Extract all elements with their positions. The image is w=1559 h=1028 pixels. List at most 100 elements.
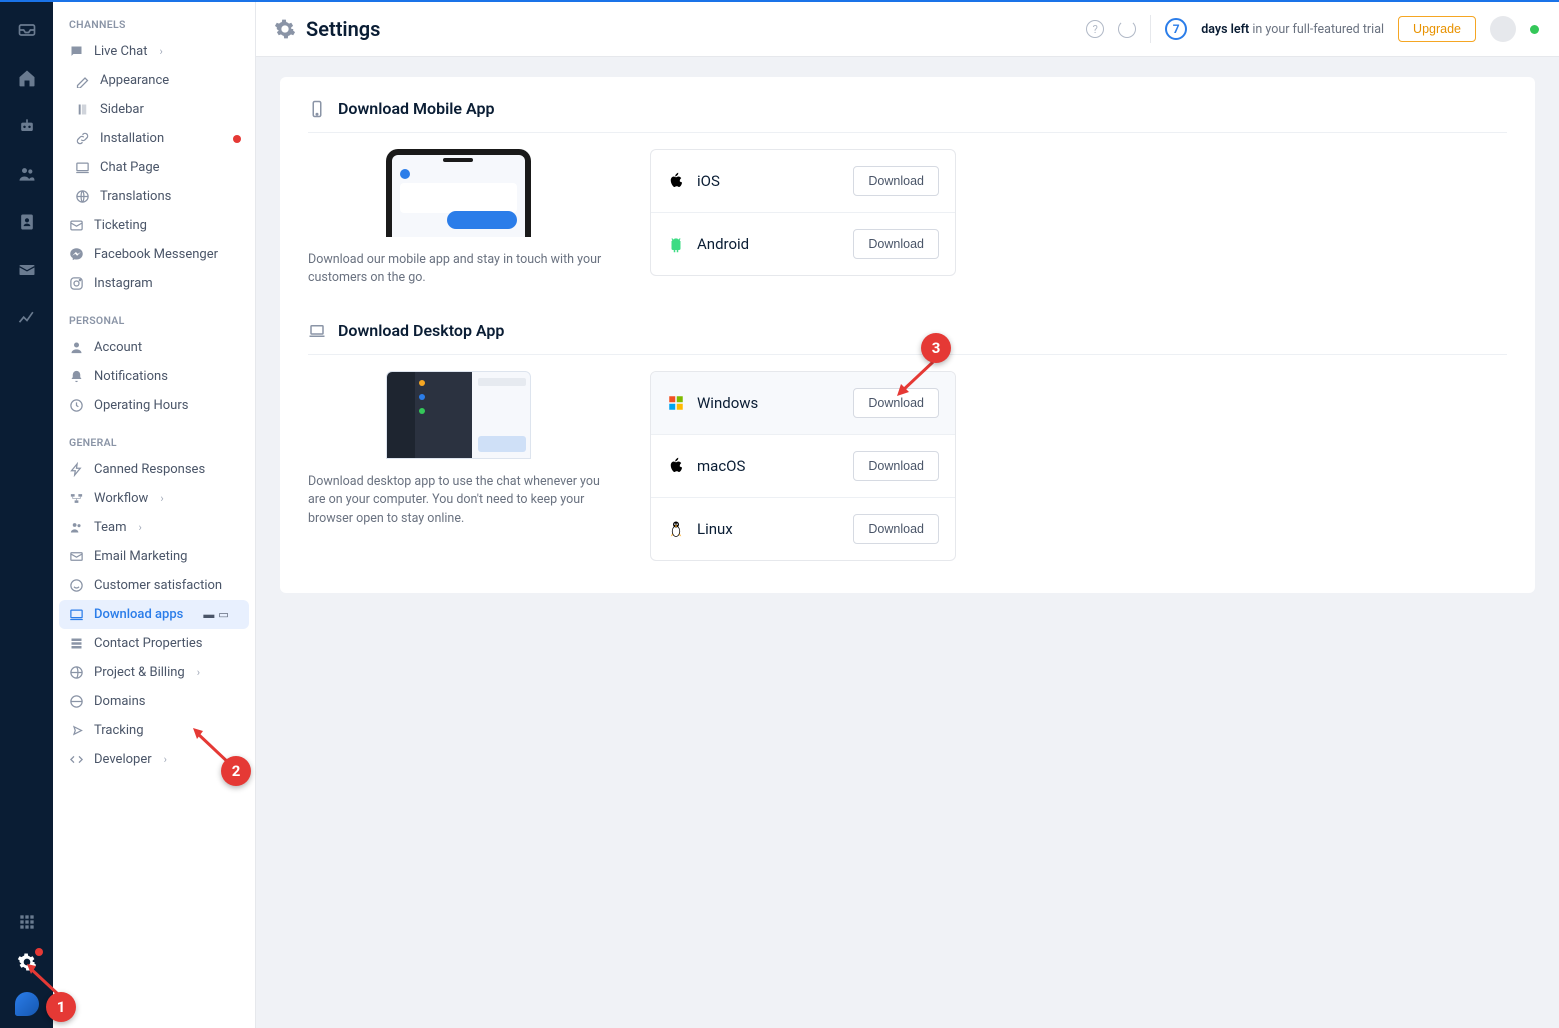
- sidebar-item-icon: [69, 665, 84, 680]
- sidebar-item-ticketing[interactable]: Ticketing: [53, 211, 255, 240]
- bot-icon[interactable]: [17, 116, 37, 136]
- sidebar-item-installation[interactable]: Installation: [53, 124, 255, 153]
- sidebar-item-label: Download apps: [94, 607, 183, 622]
- people-icon[interactable]: [17, 164, 37, 184]
- sidebar-item-live-chat[interactable]: Live Chat›: [53, 37, 255, 66]
- sidebar-item-domains[interactable]: Domains: [53, 687, 255, 716]
- download-apps-card: Download Mobile App Download our mobile …: [280, 77, 1535, 593]
- chevron-right-icon: ›: [160, 492, 163, 505]
- mobile-section-header: Download Mobile App: [308, 99, 1507, 133]
- analytics-icon[interactable]: [17, 308, 37, 328]
- help-icon[interactable]: ?: [1086, 20, 1104, 38]
- phone-icon: [308, 100, 326, 118]
- sidebar-item-facebook-messenger[interactable]: Facebook Messenger: [53, 240, 255, 269]
- sidebar-item-project-billing[interactable]: Project & Billing›: [53, 658, 255, 687]
- gear-icon: [274, 18, 296, 40]
- sidebar-item-team[interactable]: Team›: [53, 513, 255, 542]
- windows-icon: [667, 394, 685, 412]
- sidebar-item-notifications[interactable]: Notifications: [53, 362, 255, 391]
- sidebar-item-canned-responses[interactable]: Canned Responses: [53, 455, 255, 484]
- sidebar-item-label: Canned Responses: [94, 462, 205, 477]
- sidebar-item-chat-page[interactable]: Chat Page: [53, 153, 255, 182]
- annotation-3: 3: [921, 333, 951, 363]
- annotation-2: 2: [221, 756, 251, 786]
- sidebar-item-label: Account: [94, 340, 142, 355]
- presence-indicator: [1530, 25, 1539, 34]
- upgrade-button[interactable]: Upgrade: [1398, 16, 1476, 42]
- sidebar-group-label: CHANNELS: [53, 2, 255, 37]
- download-row-macos: macOS Download: [651, 435, 955, 498]
- trial-text: days left in your full-featured trial: [1201, 22, 1384, 37]
- sidebar-item-sidebar[interactable]: Sidebar: [53, 95, 255, 124]
- os-name: macOS: [697, 457, 841, 475]
- desktop-desc: Download desktop app to use the chat whe…: [308, 473, 608, 527]
- laptop-icon: [308, 322, 326, 340]
- apps-grid-icon[interactable]: [17, 912, 37, 932]
- download-button-android[interactable]: Download: [853, 229, 939, 259]
- sidebar-item-label: Notifications: [94, 369, 168, 384]
- annotation-1: 1: [46, 992, 76, 1022]
- download-button-windows[interactable]: Download: [853, 388, 939, 418]
- mail-icon[interactable]: [17, 260, 37, 280]
- sidebar-item-account[interactable]: Account: [53, 333, 255, 362]
- sidebar-item-label: Domains: [94, 694, 145, 709]
- sidebar-item-icon: [69, 752, 84, 767]
- gear-icon: [17, 952, 37, 972]
- os-name: Android: [697, 235, 841, 253]
- topbar: Settings ? 7 days left in your full-feat…: [256, 2, 1559, 57]
- sidebar-item-icon: [75, 160, 90, 175]
- sidebar-item-contact-properties[interactable]: Contact Properties: [53, 629, 255, 658]
- nav-rail: [0, 2, 53, 1028]
- sidebar-item-label: Instagram: [94, 276, 153, 291]
- sidebar-item-icon: [69, 723, 84, 738]
- inbox-icon[interactable]: [17, 20, 37, 40]
- sidebar-item-icon: [75, 73, 90, 88]
- avatar[interactable]: [1490, 16, 1516, 42]
- brand-logo[interactable]: [15, 992, 39, 1016]
- sidebar-item-icon: [75, 131, 90, 146]
- home-icon[interactable]: [17, 68, 37, 88]
- sidebar-item-label: Customer satisfaction: [94, 578, 222, 593]
- desktop-section-title: Download Desktop App: [338, 321, 504, 340]
- ios-icon: [667, 172, 685, 190]
- sidebar-item-translations[interactable]: Translations: [53, 182, 255, 211]
- sidebar-item-label: Ticketing: [94, 218, 147, 233]
- contacts-icon[interactable]: [17, 212, 37, 232]
- sidebar-group-label: GENERAL: [53, 420, 255, 455]
- sidebar-item-label: Project & Billing: [94, 665, 185, 680]
- sidebar-item-icon: [69, 578, 84, 593]
- sidebar-item-email-marketing[interactable]: Email Marketing: [53, 542, 255, 571]
- sidebar-item-icon: [69, 44, 84, 59]
- settings-sidebar: CHANNELSLive Chat›AppearanceSidebarInsta…: [53, 2, 256, 1028]
- sidebar-item-icon: [69, 398, 84, 413]
- download-button-ios[interactable]: Download: [853, 166, 939, 196]
- sidebar-item-icon: [75, 189, 90, 204]
- download-button-linux[interactable]: Download: [853, 514, 939, 544]
- sidebar-item-workflow[interactable]: Workflow ›: [53, 484, 255, 513]
- download-row-windows: Windows Download: [651, 372, 955, 435]
- sidebar-item-icon: [69, 549, 84, 564]
- sidebar-item-operating-hours[interactable]: Operating Hours: [53, 391, 255, 420]
- sidebar-item-icon: [69, 694, 84, 709]
- sidebar-item-instagram[interactable]: Instagram: [53, 269, 255, 298]
- divider: [1150, 15, 1151, 43]
- sidebar-item-label: Workflow: [94, 491, 148, 506]
- rail-settings[interactable]: [17, 952, 37, 972]
- main-area: Settings ? 7 days left in your full-feat…: [256, 2, 1559, 1028]
- refresh-icon[interactable]: [1118, 20, 1136, 38]
- sidebar-item-customer-satisfaction[interactable]: Customer satisfaction: [53, 571, 255, 600]
- sidebar-item-download-apps[interactable]: Download apps▬▭: [59, 600, 249, 629]
- os-name: Windows: [697, 394, 841, 412]
- sidebar-item-label: Live Chat: [94, 44, 147, 59]
- sidebar-item-label: Appearance: [100, 73, 169, 88]
- sidebar-item-icon: [69, 607, 84, 622]
- sidebar-item-label: Chat Page: [100, 160, 160, 175]
- sidebar-item-icon: [69, 491, 84, 506]
- android-icon: [667, 235, 685, 253]
- desktop-section-header: Download Desktop App: [308, 321, 1507, 355]
- sidebar-item-tracking[interactable]: Tracking: [53, 716, 255, 745]
- download-button-macos[interactable]: Download: [853, 451, 939, 481]
- sidebar-item-appearance[interactable]: Appearance: [53, 66, 255, 95]
- mobile-preview-image: [386, 149, 531, 237]
- settings-notification-dot: [35, 948, 43, 956]
